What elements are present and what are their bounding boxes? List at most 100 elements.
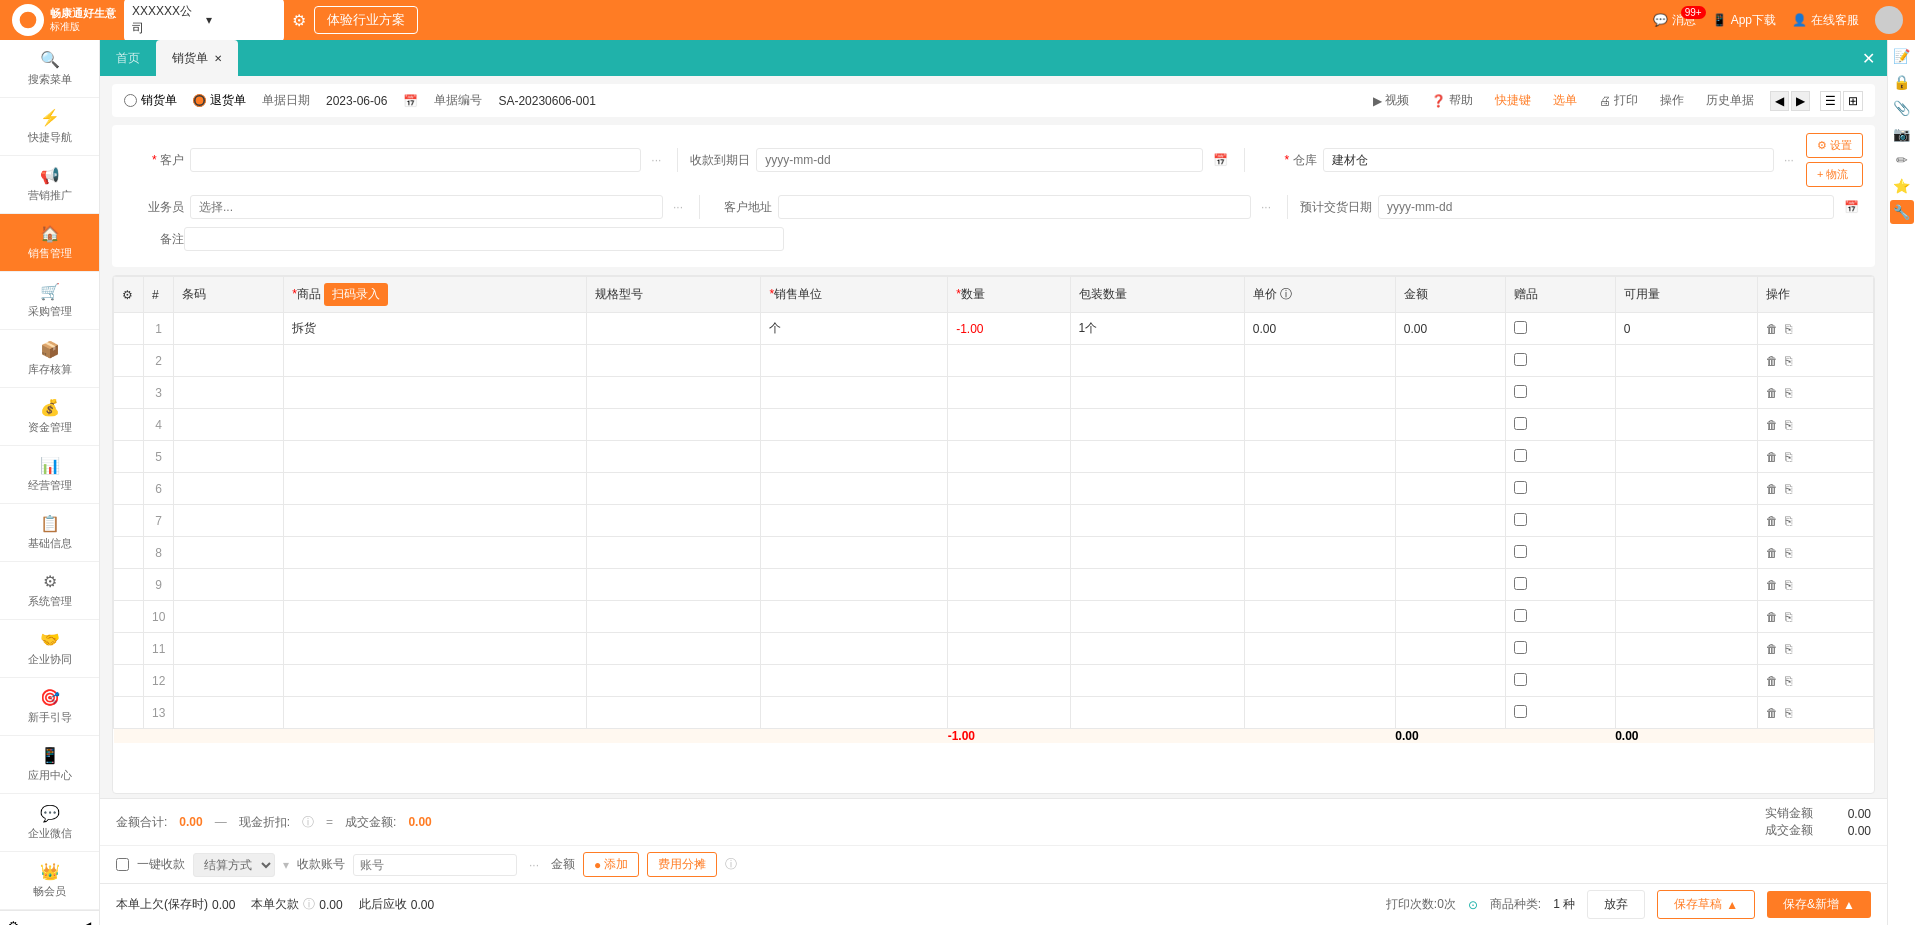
copy-icon[interactable]: ⎘ <box>1785 450 1792 464</box>
cell-product[interactable] <box>284 505 587 537</box>
cell-product[interactable] <box>284 441 587 473</box>
cell-pack-qty[interactable]: 1个 <box>1070 313 1244 345</box>
radio-sale[interactable]: 销货单 <box>124 92 177 109</box>
copy-icon[interactable]: ⎘ <box>1785 578 1792 592</box>
cell-product[interactable] <box>284 345 587 377</box>
cell-spec[interactable] <box>587 601 761 633</box>
due-date-calendar[interactable]: 📅 <box>1209 153 1232 167</box>
cell-qty[interactable] <box>948 473 1070 505</box>
remark-input[interactable] <box>184 227 784 251</box>
sidebar-item-sales[interactable]: 🏠 销售管理 <box>0 214 99 272</box>
cell-action[interactable]: 🗑 ⎘ <box>1757 505 1873 537</box>
copy-icon[interactable]: ⎘ <box>1785 514 1792 528</box>
cell-unit[interactable] <box>761 409 948 441</box>
copy-icon[interactable]: ⎘ <box>1785 354 1792 368</box>
save-new-btn[interactable]: 保存&新增 ▲ <box>1767 891 1871 918</box>
cell-action[interactable]: 🗑 ⎘ <box>1757 537 1873 569</box>
table-view-btn[interactable]: ⊞ <box>1843 91 1863 111</box>
message-btn[interactable]: 💬 消息 99+ <box>1653 12 1696 29</box>
product-type-radio[interactable]: ⊙ <box>1468 898 1478 912</box>
cell-barcode[interactable] <box>174 505 284 537</box>
sidebar-item-member[interactable]: 👑 畅会员 <box>0 852 99 910</box>
copy-icon[interactable]: ⎘ <box>1785 674 1792 688</box>
expense-split-btn[interactable]: 费用分摊 <box>647 852 717 877</box>
delete-icon[interactable]: 🗑 <box>1766 546 1778 560</box>
cell-amount[interactable]: 0.00 <box>1395 313 1505 345</box>
company-selector[interactable]: XXXXXX公司 ▾ <box>124 0 284 41</box>
cell-spec[interactable] <box>587 345 761 377</box>
sidebar-item-guide[interactable]: 🎯 新手引导 <box>0 678 99 736</box>
delete-icon[interactable]: 🗑 <box>1766 418 1778 432</box>
prev-btn[interactable]: ◀ <box>1770 91 1789 111</box>
cell-qty[interactable] <box>948 441 1070 473</box>
add-btn[interactable]: ● 添加 <box>583 852 639 877</box>
cell-spec[interactable] <box>587 537 761 569</box>
cell-gift[interactable] <box>1505 377 1615 409</box>
copy-icon[interactable]: ⎘ <box>1785 610 1792 624</box>
cell-unit[interactable] <box>761 537 948 569</box>
cell-pack-qty[interactable] <box>1070 633 1244 665</box>
video-btn[interactable]: ▶ 视频 <box>1367 90 1415 111</box>
cell-action[interactable]: 🗑 ⎘ <box>1757 569 1873 601</box>
cell-barcode[interactable] <box>174 377 284 409</box>
cell-unit[interactable] <box>761 377 948 409</box>
cell-amount[interactable] <box>1395 601 1505 633</box>
tab-sale-order[interactable]: 销货单 ✕ <box>156 40 238 76</box>
cell-pack-qty[interactable] <box>1070 409 1244 441</box>
settings-btn[interactable]: ⚙ 设置 <box>1806 133 1863 158</box>
settings-icon[interactable]: ⚙ <box>292 11 306 30</box>
copy-icon[interactable]: ⎘ <box>1785 706 1792 720</box>
due-date-input[interactable] <box>756 148 1202 172</box>
cell-pack-qty[interactable] <box>1070 569 1244 601</box>
cell-product[interactable] <box>284 633 587 665</box>
cell-gift[interactable] <box>1505 697 1615 729</box>
cell-barcode[interactable] <box>174 697 284 729</box>
delete-icon[interactable]: 🗑 <box>1766 386 1778 400</box>
warehouse-input[interactable] <box>1323 148 1774 172</box>
cell-barcode[interactable] <box>174 473 284 505</box>
cell-action[interactable]: 🗑 ⎘ <box>1757 313 1873 345</box>
history-btn[interactable]: 历史单据 <box>1700 90 1760 111</box>
select-btn[interactable]: 选单 <box>1547 90 1583 111</box>
cell-product[interactable] <box>284 377 587 409</box>
online-service-btn[interactable]: 👤 在线客服 <box>1792 12 1859 29</box>
cell-unit[interactable] <box>761 569 948 601</box>
cell-action[interactable]: 🗑 ⎘ <box>1757 601 1873 633</box>
cell-price[interactable] <box>1244 601 1395 633</box>
cell-barcode[interactable] <box>174 409 284 441</box>
cell-unit[interactable] <box>761 505 948 537</box>
one-click-pay-checkbox[interactable] <box>116 858 129 871</box>
cell-gift[interactable] <box>1505 601 1615 633</box>
addr-dots[interactable]: ··· <box>1257 200 1275 214</box>
cell-barcode[interactable] <box>174 345 284 377</box>
cell-spec[interactable] <box>587 409 761 441</box>
delete-icon[interactable]: 🗑 <box>1766 450 1778 464</box>
cell-barcode[interactable] <box>174 601 284 633</box>
cell-unit[interactable]: 个 <box>761 313 948 345</box>
cell-qty[interactable] <box>948 633 1070 665</box>
cell-qty[interactable] <box>948 697 1070 729</box>
print-btn[interactable]: 🖨 打印 <box>1593 90 1644 111</box>
cell-product[interactable] <box>284 697 587 729</box>
cell-price[interactable] <box>1244 697 1395 729</box>
cell-product[interactable] <box>284 537 587 569</box>
warehouse-dots[interactable]: ··· <box>1780 153 1798 167</box>
cell-action[interactable]: 🗑 ⎘ <box>1757 633 1873 665</box>
cell-pack-qty[interactable] <box>1070 697 1244 729</box>
cell-unit[interactable] <box>761 697 948 729</box>
save-draft-btn[interactable]: 保存草稿 ▲ <box>1657 890 1755 919</box>
action-btn[interactable]: 操作 <box>1654 90 1690 111</box>
cell-qty[interactable] <box>948 377 1070 409</box>
cell-product[interactable] <box>284 665 587 697</box>
cell-spec[interactable] <box>587 697 761 729</box>
cell-pack-qty[interactable] <box>1070 665 1244 697</box>
cell-spec[interactable] <box>587 313 761 345</box>
cell-unit[interactable] <box>761 345 948 377</box>
cell-amount[interactable] <box>1395 377 1505 409</box>
cell-pack-qty[interactable] <box>1070 537 1244 569</box>
scan-btn[interactable]: 扫码录入 <box>324 283 388 306</box>
cell-gift[interactable] <box>1505 665 1615 697</box>
cell-amount[interactable] <box>1395 473 1505 505</box>
delete-icon[interactable]: 🗑 <box>1766 322 1778 336</box>
logistics-btn[interactable]: + 物流 <box>1806 162 1863 187</box>
